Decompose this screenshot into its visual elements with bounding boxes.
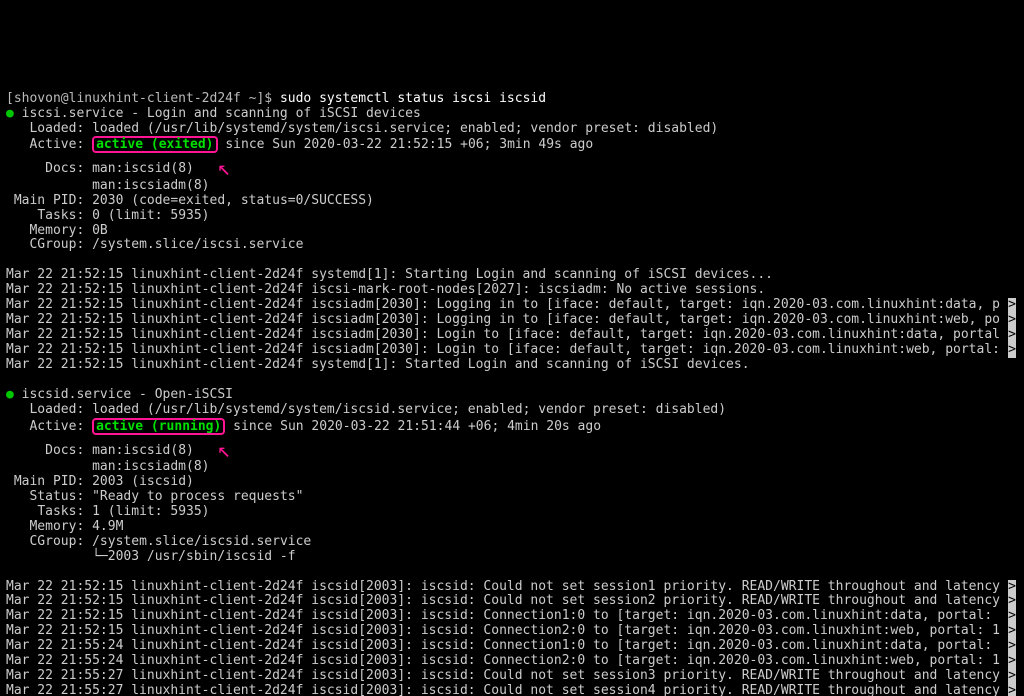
loaded-value: loaded (/usr/lib/systemd/system/iscsi.se… — [92, 121, 718, 136]
log-block-2: Mar 22 21:52:15 linuxhint-client-2d24f i… — [6, 580, 1018, 696]
log-line: Mar 22 21:55:24 linuxhint-client-2d24f i… — [6, 654, 1016, 669]
log-line: Mar 22 21:55:24 linuxhint-client-2d24f i… — [6, 639, 1016, 654]
tasks-value: 0 (limit: 5935) — [92, 208, 209, 223]
annotation-arrow-icon: ↖ — [217, 438, 230, 463]
service2-header: iscsid.service - Open-iSCSI — [22, 387, 233, 402]
memory-label: Memory: — [29, 223, 84, 238]
active-state: active (running) — [96, 419, 221, 434]
cgroup-process: └─2003 /usr/sbin/iscsid -f — [92, 549, 296, 564]
log-line: Mar 22 21:52:15 linuxhint-client-2d24f i… — [6, 594, 1016, 609]
docs-line: man:iscsid(8) — [92, 443, 194, 458]
log-line: Mar 22 21:52:15 linuxhint-client-2d24f i… — [6, 283, 1018, 298]
log-line: Mar 22 21:55:27 linuxhint-client-2d24f i… — [6, 684, 1016, 696]
highlight-box: active (running) — [92, 418, 225, 435]
log-line: Mar 22 21:52:15 linuxhint-client-2d24f i… — [6, 609, 1016, 624]
loaded-label: Loaded: — [29, 121, 84, 136]
docs-label: Docs: — [45, 161, 84, 176]
log-line: Mar 22 21:52:15 linuxhint-client-2d24f s… — [6, 268, 1018, 283]
cgroup-value: /system.slice/iscsid.service — [92, 534, 311, 549]
truncation-arrow-icon: > — [1008, 298, 1016, 313]
active-label: Active: — [29, 419, 84, 434]
truncation-arrow-icon: > — [1008, 624, 1016, 639]
truncation-arrow-icon: > — [1008, 669, 1016, 684]
active-state: active (exited) — [96, 137, 213, 152]
truncation-arrow-icon: > — [1008, 328, 1016, 343]
mainpid-value: 2003 (iscsid) — [92, 474, 194, 489]
tasks-label: Tasks: — [37, 504, 84, 519]
status-bullet-icon: ● — [6, 106, 14, 121]
truncation-arrow-icon: > — [1008, 684, 1016, 696]
status-value: "Ready to process requests" — [92, 489, 303, 504]
cgroup-label: CGroup: — [29, 534, 84, 549]
truncation-arrow-icon: > — [1008, 313, 1016, 328]
cgroup-value: /system.slice/iscsi.service — [92, 237, 303, 252]
log-line: Mar 22 21:52:15 linuxhint-client-2d24f i… — [6, 298, 1016, 313]
loaded-label: Loaded: — [29, 402, 84, 417]
log-line: Mar 22 21:52:15 linuxhint-client-2d24f i… — [6, 328, 1016, 343]
mainpid-value: 2030 (code=exited, status=0/SUCCESS) — [92, 193, 374, 208]
log-line: Mar 22 21:52:15 linuxhint-client-2d24f i… — [6, 580, 1016, 595]
log-line: Mar 22 21:52:15 linuxhint-client-2d24f i… — [6, 313, 1016, 328]
highlight-box: active (exited) — [92, 136, 217, 153]
log-line: Mar 22 21:55:27 linuxhint-client-2d24f i… — [6, 669, 1016, 684]
memory-value: 4.9M — [92, 519, 123, 534]
loaded-value: loaded (/usr/lib/systemd/system/iscsid.s… — [92, 402, 726, 417]
active-suffix: since Sun 2020-03-22 21:51:44 +06; 4min … — [225, 419, 601, 434]
status-bullet-icon: ● — [6, 387, 14, 402]
docs-line: man:iscsiadm(8) — [92, 178, 209, 193]
truncation-arrow-icon: > — [1008, 580, 1016, 595]
docs-label: Docs: — [45, 443, 84, 458]
tasks-label: Tasks: — [37, 208, 84, 223]
terminal-output[interactable]: [shovon@linuxhint-client-2d24f ~]$ sudo … — [0, 75, 1024, 696]
truncation-arrow-icon: > — [1008, 609, 1016, 624]
log-block-1: Mar 22 21:52:15 linuxhint-client-2d24f s… — [6, 268, 1018, 373]
tasks-value: 1 (limit: 5935) — [92, 504, 209, 519]
prompt: [shovon@linuxhint-client-2d24f ~]$ — [6, 91, 272, 106]
docs-line: man:iscsiadm(8) — [92, 459, 209, 474]
active-label: Active: — [29, 137, 84, 152]
mainpid-label: Main PID: — [14, 474, 84, 489]
truncation-arrow-icon: > — [1008, 594, 1016, 609]
command: sudo systemctl status iscsi iscsid — [280, 91, 546, 106]
service1-header: iscsi.service - Login and scanning of iS… — [22, 106, 421, 121]
truncation-arrow-icon: > — [1008, 639, 1016, 654]
active-suffix: since Sun 2020-03-22 21:52:15 +06; 3min … — [218, 137, 594, 152]
status-label: Status: — [29, 489, 84, 504]
memory-value: 0B — [92, 223, 108, 238]
truncation-arrow-icon: > — [1008, 343, 1016, 358]
truncation-arrow-icon: > — [1008, 654, 1016, 669]
memory-label: Memory: — [29, 519, 84, 534]
cgroup-label: CGroup: — [29, 237, 84, 252]
annotation-arrow-icon: ↖ — [217, 156, 230, 181]
log-line: Mar 22 21:52:15 linuxhint-client-2d24f s… — [6, 358, 1018, 373]
log-line: Mar 22 21:52:15 linuxhint-client-2d24f i… — [6, 624, 1016, 639]
log-line: Mar 22 21:52:15 linuxhint-client-2d24f i… — [6, 343, 1016, 358]
mainpid-label: Main PID: — [14, 193, 84, 208]
docs-line: man:iscsid(8) — [92, 161, 194, 176]
